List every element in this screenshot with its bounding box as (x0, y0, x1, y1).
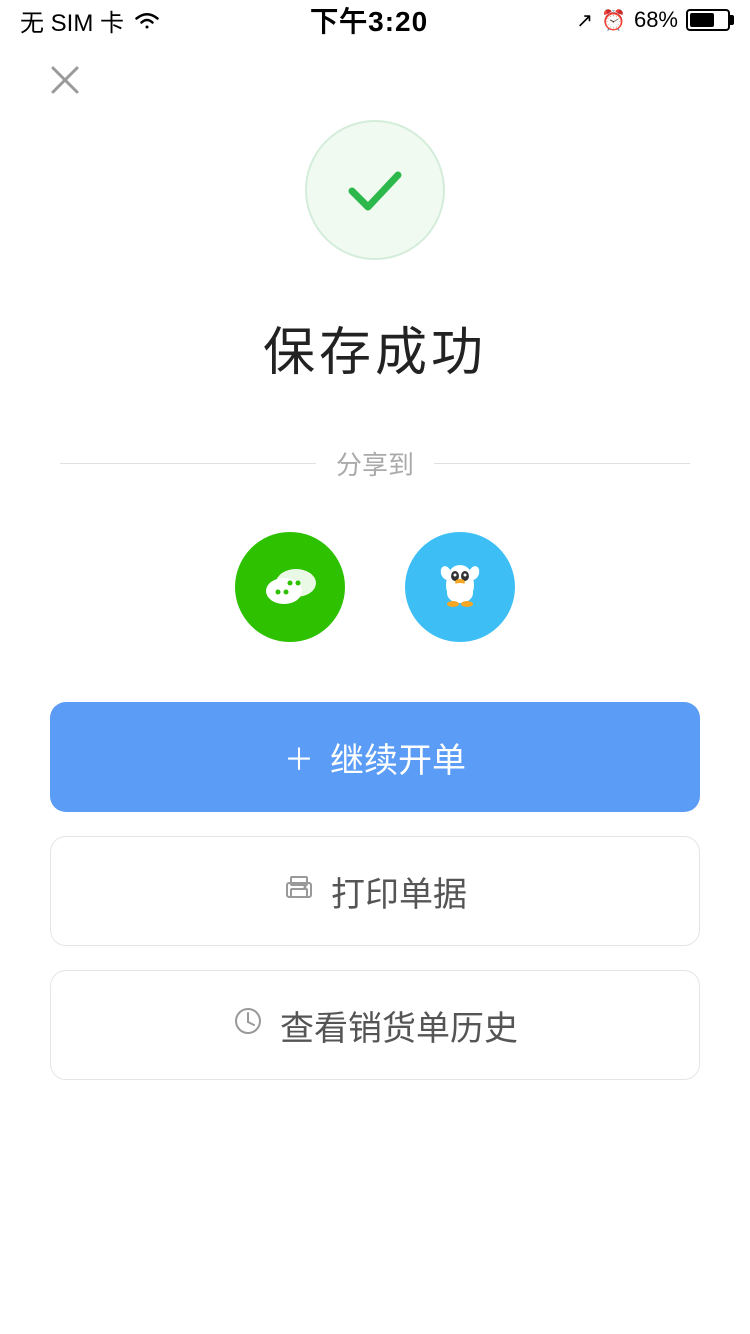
qq-icon (428, 555, 493, 620)
print-icon (283, 871, 315, 911)
carrier-text: 无 SIM 卡 (20, 3, 124, 38)
continue-order-button[interactable]: ＋ 继续开单 (50, 702, 700, 812)
main-content: 保存成功 分享到 (0, 40, 750, 1080)
battery-icon (686, 9, 730, 31)
wechat-share-button[interactable] (235, 532, 345, 642)
action-buttons: ＋ 继续开单 打印单据 (0, 702, 750, 1080)
share-divider: 分享到 (0, 445, 750, 482)
battery-fill (690, 13, 714, 27)
history-label: 查看销货单历史 (280, 1001, 518, 1050)
close-button[interactable] (40, 55, 90, 105)
continue-order-label: 继续开单 (330, 733, 466, 782)
clock-icon (232, 1005, 264, 1045)
success-title: 保存成功 (263, 310, 487, 385)
print-button[interactable]: 打印单据 (50, 836, 700, 946)
plus-icon: ＋ (284, 735, 314, 779)
status-right: ↗ ⏰ 68% (576, 7, 730, 33)
divider-line-right (434, 463, 690, 464)
share-section: 分享到 (0, 445, 750, 642)
status-bar: 无 SIM 卡 下午3:20 ↗ ⏰ 68% (0, 0, 750, 40)
wifi-icon (132, 9, 162, 31)
share-label: 分享到 (336, 445, 414, 482)
wechat-icon (258, 555, 323, 620)
qq-share-button[interactable] (405, 532, 515, 642)
status-left: 无 SIM 卡 (20, 3, 162, 38)
checkmark-icon (340, 155, 410, 225)
location-icon: ↗ (576, 8, 593, 33)
battery-percent: 68% (634, 7, 678, 33)
alarm-icon: ⏰ (601, 8, 626, 33)
history-button[interactable]: 查看销货单历史 (50, 970, 700, 1080)
close-icon (47, 62, 83, 98)
print-label: 打印单据 (331, 867, 467, 916)
status-time: 下午3:20 (310, 0, 428, 40)
divider-line-left (60, 463, 316, 464)
share-icons (235, 532, 515, 642)
success-circle (305, 120, 445, 260)
